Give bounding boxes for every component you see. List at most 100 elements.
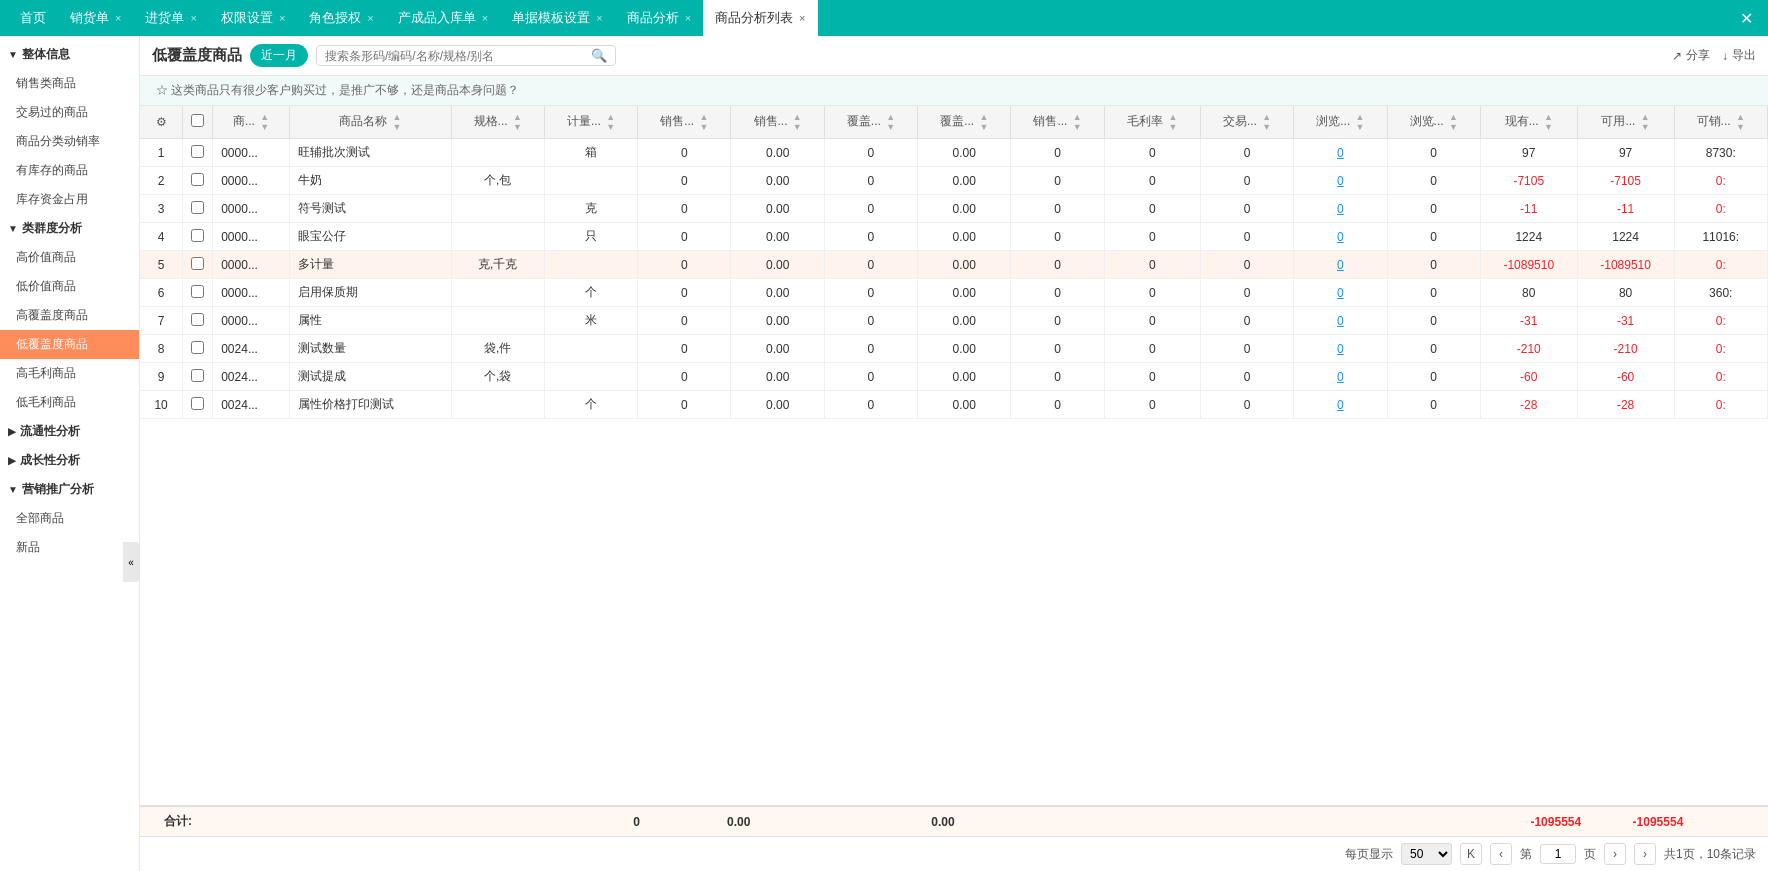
row-checkbox[interactable] — [191, 201, 204, 214]
share-button[interactable]: ↗ 分享 — [1672, 47, 1710, 64]
select-all-checkbox[interactable] — [191, 114, 204, 127]
nav-product-analysis-list[interactable]: 商品分析列表 × — [703, 0, 817, 36]
th-code[interactable]: 商... ▲▼ — [213, 106, 290, 139]
sidebar-item-high-coverage[interactable]: 高覆盖度商品 — [0, 301, 139, 330]
row-checkbox[interactable] — [191, 145, 204, 158]
nav-close-permission[interactable]: × — [279, 12, 285, 24]
row-browse1[interactable]: 0 — [1294, 167, 1387, 195]
th-spec[interactable]: 规格... ▲▼ — [451, 106, 544, 139]
sidebar-item-all-goods[interactable]: 全部商品 — [0, 504, 139, 533]
th-settings[interactable]: ⚙ — [140, 106, 183, 139]
period-button[interactable]: 近一月 — [250, 44, 308, 67]
th-cover1[interactable]: 覆盖... ▲▼ — [824, 106, 917, 139]
row-checkbox-cell[interactable] — [183, 363, 213, 391]
first-page-button[interactable]: K — [1460, 843, 1482, 865]
nav-permission[interactable]: 权限设置 × — [209, 0, 297, 36]
table-row: 7 0000... 属性 米 0 0.00 0 0.00 0 0 0 0 0 -… — [140, 307, 1768, 335]
row-checkbox[interactable] — [191, 341, 204, 354]
row-checkbox[interactable] — [191, 173, 204, 186]
row-browse1[interactable]: 0 — [1294, 335, 1387, 363]
row-browse1[interactable]: 0 — [1294, 391, 1387, 419]
nav-close-product-warehouse[interactable]: × — [482, 12, 488, 24]
nav-close-product-analysis-list[interactable]: × — [799, 12, 805, 24]
th-name[interactable]: 商品名称 ▲▼ — [289, 106, 451, 139]
sidebar-item-low-coverage[interactable]: 低覆盖度商品 — [0, 330, 139, 359]
th-cover2[interactable]: 覆盖... ▲▼ — [918, 106, 1011, 139]
next-page-button[interactable]: › — [1604, 843, 1626, 865]
row-browse1[interactable]: 0 — [1294, 223, 1387, 251]
row-checkbox[interactable] — [191, 313, 204, 326]
last-page-button[interactable]: › — [1634, 843, 1656, 865]
row-checkbox-cell[interactable] — [183, 139, 213, 167]
row-checkbox[interactable] — [191, 285, 204, 298]
th-sales3[interactable]: 销售... ▲▼ — [1011, 106, 1104, 139]
row-browse1[interactable]: 0 — [1294, 139, 1387, 167]
window-close-button[interactable]: ✕ — [1732, 4, 1760, 32]
row-checkbox-cell[interactable] — [183, 307, 213, 335]
row-checkbox-cell[interactable] — [183, 279, 213, 307]
row-checkbox[interactable] — [191, 397, 204, 410]
page-number-input[interactable] — [1540, 844, 1576, 864]
sidebar-item-traded-goods[interactable]: 交易过的商品 — [0, 98, 139, 127]
row-browse1[interactable]: 0 — [1294, 195, 1387, 223]
table-row: 10 0024... 属性价格打印测试 个 0 0.00 0 0.00 0 0 … — [140, 391, 1768, 419]
nav-product-analysis[interactable]: 商品分析 × — [615, 0, 703, 36]
th-sales2[interactable]: 销售... ▲▼ — [731, 106, 824, 139]
nav-close-product-analysis[interactable]: × — [685, 12, 691, 24]
sidebar-collapse-button[interactable]: « — [123, 542, 139, 582]
sidebar-item-sales-goods[interactable]: 销售类商品 — [0, 69, 139, 98]
page-label: 页 — [1584, 846, 1596, 863]
row-browse1[interactable]: 0 — [1294, 363, 1387, 391]
nav-close-sales[interactable]: × — [115, 12, 121, 24]
row-checkbox[interactable] — [191, 369, 204, 382]
sidebar-item-stock-capital[interactable]: 库存资金占用 — [0, 185, 139, 214]
page-size-select[interactable]: 50 20 100 200 — [1401, 843, 1452, 865]
sidebar-item-low-value[interactable]: 低价值商品 — [0, 272, 139, 301]
export-button[interactable]: ↓ 导出 — [1722, 47, 1756, 64]
th-gross[interactable]: 毛利率 ▲▼ — [1104, 106, 1200, 139]
row-sales2: 0.00 — [731, 279, 824, 307]
row-checkbox-cell[interactable] — [183, 167, 213, 195]
nav-sales[interactable]: 销货单 × — [58, 0, 133, 36]
nav-home[interactable]: 首页 — [8, 0, 58, 36]
sidebar-section-liquidity[interactable]: ▶ 流通性分析 — [0, 417, 139, 446]
sidebar-item-new-goods[interactable]: 新品 — [0, 533, 139, 562]
sidebar-section-growth[interactable]: ▶ 成长性分析 — [0, 446, 139, 475]
row-checkbox-cell[interactable] — [183, 195, 213, 223]
sidebar-section-marketing[interactable]: ▼ 营销推广分析 — [0, 475, 139, 504]
th-sales1[interactable]: 销售... ▲▼ — [638, 106, 731, 139]
sidebar-item-low-margin[interactable]: 低毛利商品 — [0, 388, 139, 417]
row-checkbox-cell[interactable] — [183, 223, 213, 251]
th-saleable[interactable]: 可销... ▲▼ — [1674, 106, 1768, 139]
sidebar-item-category-rate[interactable]: 商品分类动销率 — [0, 127, 139, 156]
th-trade[interactable]: 交易... ▲▼ — [1200, 106, 1293, 139]
row-browse1[interactable]: 0 — [1294, 307, 1387, 335]
nav-template[interactable]: 单据模板设置 × — [500, 0, 614, 36]
th-unit[interactable]: 计量... ▲▼ — [544, 106, 637, 139]
row-checkbox-cell[interactable] — [183, 391, 213, 419]
nav-close-template[interactable]: × — [596, 12, 602, 24]
th-browse1[interactable]: 浏览... ▲▼ — [1294, 106, 1387, 139]
sidebar-section-overall[interactable]: ▼ 整体信息 — [0, 40, 139, 69]
row-checkbox[interactable] — [191, 229, 204, 242]
sidebar-item-with-stock[interactable]: 有库存的商品 — [0, 156, 139, 185]
th-browse2[interactable]: 浏览... ▲▼ — [1387, 106, 1480, 139]
nav-close-role[interactable]: × — [367, 12, 373, 24]
row-browse1[interactable]: 0 — [1294, 251, 1387, 279]
th-available[interactable]: 可用... ▲▼ — [1577, 106, 1674, 139]
row-browse1[interactable]: 0 — [1294, 279, 1387, 307]
nav-product-warehouse[interactable]: 产成品入库单 × — [386, 0, 500, 36]
sidebar-item-high-value[interactable]: 高价值商品 — [0, 243, 139, 272]
row-checkbox[interactable] — [191, 257, 204, 270]
nav-close-purchase[interactable]: × — [190, 12, 196, 24]
th-checkbox[interactable] — [183, 106, 213, 139]
nav-role[interactable]: 角色授权 × — [297, 0, 385, 36]
prev-page-button[interactable]: ‹ — [1490, 843, 1512, 865]
sidebar-section-cluster[interactable]: ▼ 类群度分析 — [0, 214, 139, 243]
th-current[interactable]: 现有... ▲▼ — [1480, 106, 1577, 139]
sidebar-item-high-margin[interactable]: 高毛利商品 — [0, 359, 139, 388]
nav-purchase[interactable]: 进货单 × — [133, 0, 208, 36]
search-input[interactable] — [325, 49, 591, 63]
row-checkbox-cell[interactable] — [183, 335, 213, 363]
row-checkbox-cell[interactable] — [183, 251, 213, 279]
